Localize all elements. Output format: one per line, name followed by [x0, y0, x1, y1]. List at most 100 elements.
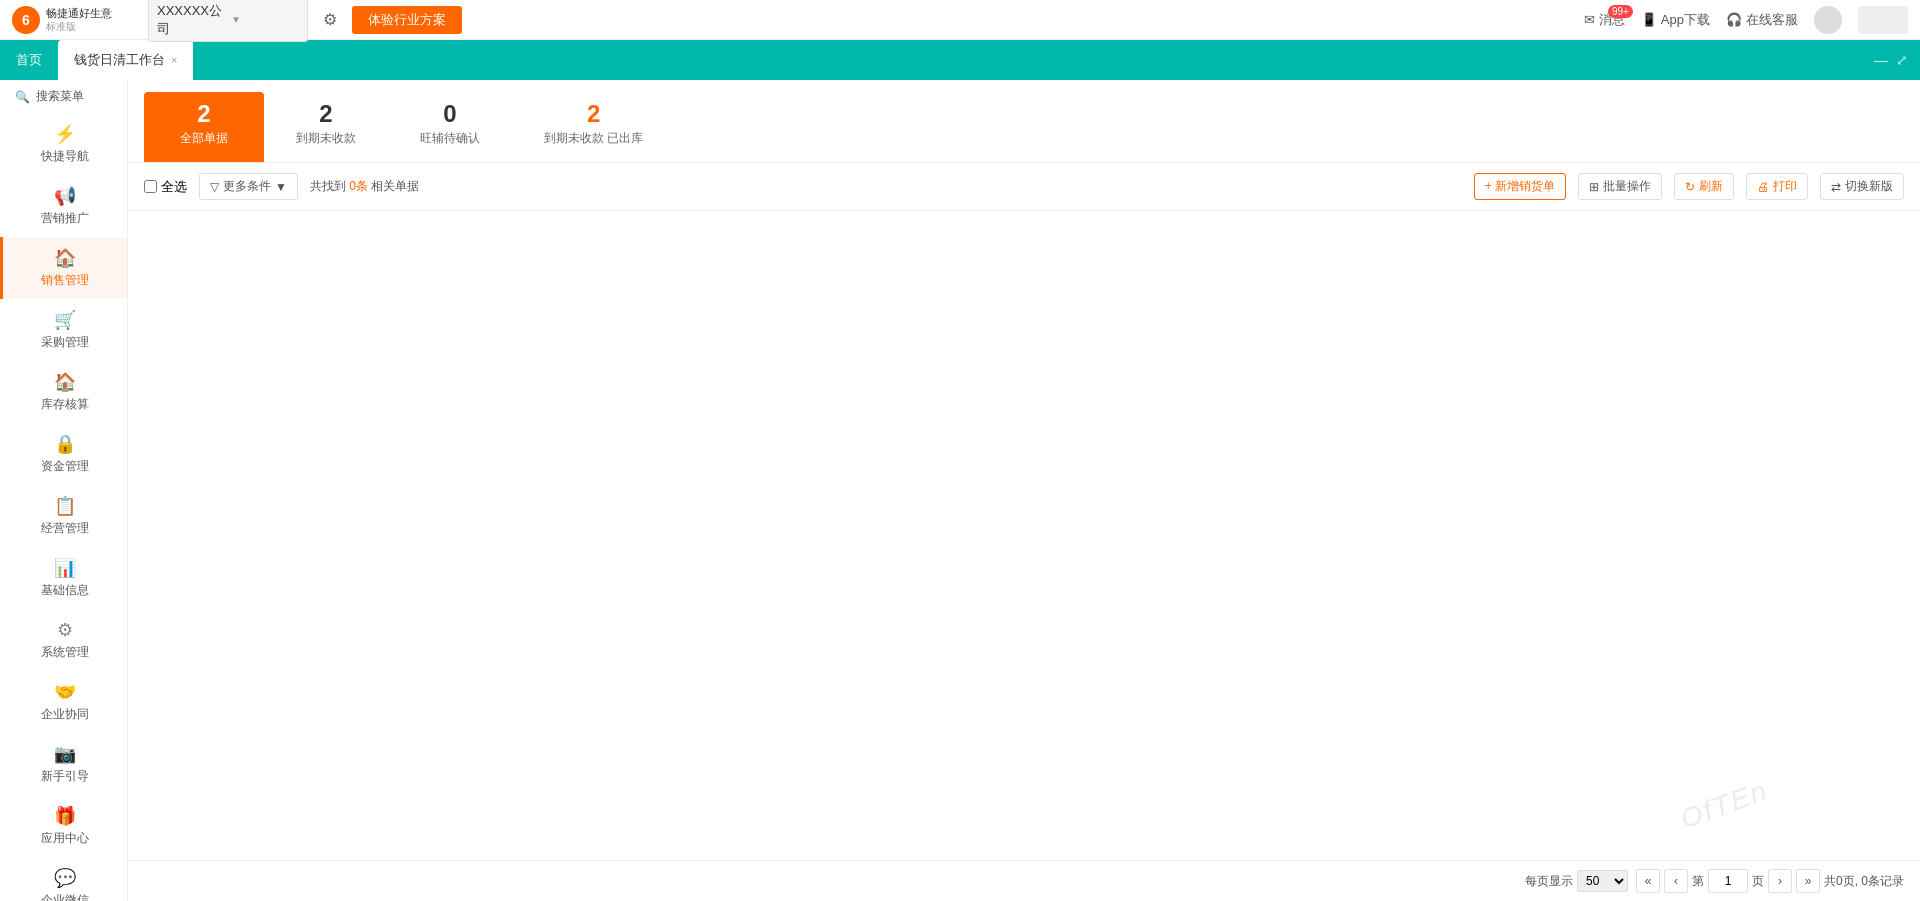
online-service-button[interactable]: 🎧 在线客服 [1726, 11, 1798, 29]
tab-active-label: 钱货日清工作台 [74, 51, 165, 69]
tab-minimize-icon[interactable]: — [1874, 52, 1888, 68]
sidebar-label-base-info: 基础信息 [41, 582, 89, 599]
stat-tab-overdue[interactable]: 2 到期未收款 [264, 92, 388, 162]
marketing-icon: 📢 [54, 185, 76, 207]
found-suffix: 相关单据 [371, 179, 419, 193]
stat-tab-all[interactable]: 2 全部单据 [144, 92, 264, 162]
sidebar-item-purchase[interactable]: 🛒 采购管理 [0, 299, 127, 361]
app-download-icon: 📱 [1641, 12, 1657, 27]
app-center-icon: 🎁 [54, 805, 76, 827]
tab-close-icon[interactable]: × [171, 54, 177, 66]
sidebar-label-sales: 销售管理 [41, 272, 89, 289]
app-download-label: App下载 [1661, 11, 1710, 29]
next-page-button[interactable]: › [1768, 869, 1792, 893]
sidebar-item-marketing[interactable]: 📢 营销推广 [0, 175, 127, 237]
filter-icon: ▽ [210, 180, 219, 194]
add-sales-order-button[interactable]: + 新增销货单 [1474, 173, 1566, 200]
stat-label-pending: 旺辅待确认 [420, 130, 480, 147]
sidebar-label-inventory: 库存核算 [41, 396, 89, 413]
sidebar-item-inventory[interactable]: 🏠 库存核算 [0, 361, 127, 423]
refresh-button[interactable]: ↻ 刷新 [1674, 173, 1734, 200]
logo-sub: 标准版 [46, 20, 112, 33]
message-button[interactable]: ✉ 消息 99+ [1584, 11, 1625, 29]
toolbar-right: + 新增销货单 ⊞ 批量操作 ↻ 刷新 🖨 打印 ⇄ 切换新版 [1474, 173, 1904, 200]
found-prefix: 共找到 [310, 179, 346, 193]
batch-operation-button[interactable]: ⊞ 批量操作 [1578, 173, 1662, 200]
sidebar-search[interactable]: 🔍 搜索菜单 [0, 80, 127, 113]
page-size-selector: 每页显示 50 10 20 100 [1525, 870, 1628, 892]
per-page-label: 每页显示 [1525, 873, 1573, 890]
stat-label-shipped: 到期未收款 已出库 [544, 130, 643, 147]
search-icon: 🔍 [15, 90, 30, 104]
sidebar-search-label: 搜索菜单 [36, 88, 84, 105]
page-size-select[interactable]: 50 10 20 100 [1577, 870, 1628, 892]
tabbar-actions: — ⤢ [1874, 52, 1920, 68]
tabbar: 首页 钱货日清工作台 × — ⤢ [0, 40, 1920, 80]
prev-page-button[interactable]: ‹ [1664, 869, 1688, 893]
sidebar-label-marketing: 营销推广 [41, 210, 89, 227]
page-di-label: 第 [1692, 873, 1704, 890]
sidebar-item-wechat[interactable]: 💬 企业微信 [0, 857, 127, 901]
topbar: 6 畅捷通好生意 标准版 XXXXXX公司 ▼ ⚙ 体验行业方案 ✉ 消息 99… [0, 0, 1920, 40]
sidebar-item-app-center[interactable]: 🎁 应用中心 [0, 795, 127, 857]
stat-count-overdue: 2 [319, 100, 332, 128]
topbar-right: ✉ 消息 99+ 📱 App下载 🎧 在线客服 [1584, 6, 1908, 34]
trial-button[interactable]: 体验行业方案 [352, 6, 462, 34]
sidebar-item-base-info[interactable]: 📊 基础信息 [0, 547, 127, 609]
sidebar-item-guide[interactable]: 📷 新手引导 [0, 733, 127, 795]
stat-tab-shipped[interactable]: 2 到期未收款 已出库 [512, 92, 675, 162]
wechat-icon: 💬 [54, 867, 76, 889]
filter-button[interactable]: ▽ 更多条件 ▼ [199, 173, 298, 200]
sidebar-label-wechat: 企业微信 [41, 892, 89, 901]
settings-button[interactable]: ⚙ [316, 6, 344, 34]
quick-nav-icon: ⚡ [54, 123, 76, 145]
logo-title: 畅捷通好生意 [46, 6, 112, 20]
company-selector[interactable]: XXXXXX公司 ▼ [148, 0, 308, 42]
select-all-input[interactable] [144, 180, 157, 193]
print-button[interactable]: 🖨 打印 [1746, 173, 1808, 200]
main-content: 2 全部单据 2 到期未收款 0 旺辅待确认 2 到期未收款 已出库 [128, 80, 1920, 901]
sidebar-item-cooperation[interactable]: 🤝 企业协同 [0, 671, 127, 733]
stat-count-shipped: 2 [587, 100, 600, 128]
switch-version-button[interactable]: ⇄ 切换新版 [1820, 173, 1904, 200]
app-download-button[interactable]: 📱 App下载 [1641, 11, 1710, 29]
first-page-button[interactable]: « [1636, 869, 1660, 893]
sidebar-item-quick-nav[interactable]: ⚡ 快捷导航 [0, 113, 127, 175]
tab-home[interactable]: 首页 [0, 40, 58, 80]
stat-label-overdue: 到期未收款 [296, 130, 356, 147]
select-all-label: 全选 [161, 178, 187, 196]
guide-icon: 📷 [54, 743, 76, 765]
stat-tab-pending[interactable]: 0 旺辅待确认 [388, 92, 512, 162]
company-name: XXXXXX公司 [157, 2, 225, 38]
stat-count-all: 2 [197, 100, 210, 128]
tab-home-label: 首页 [16, 51, 42, 69]
sidebar-label-guide: 新手引导 [41, 768, 89, 785]
tab-active[interactable]: 钱货日清工作台 × [58, 40, 193, 80]
user-name[interactable] [1858, 6, 1908, 34]
select-all-checkbox[interactable]: 全选 [144, 178, 187, 196]
finance-icon: 🔒 [54, 433, 76, 455]
sidebar-label-app-center: 应用中心 [41, 830, 89, 847]
avatar[interactable] [1814, 6, 1842, 34]
sidebar-item-operations[interactable]: 📋 经营管理 [0, 485, 127, 547]
batch-label: 批量操作 [1603, 178, 1651, 195]
cooperation-icon: 🤝 [54, 681, 76, 703]
base-info-icon: 📊 [54, 557, 76, 579]
pagination: 每页显示 50 10 20 100 « ‹ 第 页 › » 共0页, 0条记录 [128, 860, 1920, 901]
tab-maximize-icon[interactable]: ⤢ [1896, 52, 1908, 68]
logo: 6 畅捷通好生意 标准版 [12, 6, 140, 34]
sidebar-item-system[interactable]: ⚙ 系统管理 [0, 609, 127, 671]
data-table-area [128, 211, 1920, 860]
last-page-button[interactable]: » [1796, 869, 1820, 893]
purchase-icon: 🛒 [54, 309, 76, 331]
page-input[interactable] [1708, 869, 1748, 893]
sidebar-item-finance[interactable]: 🔒 资金管理 [0, 423, 127, 485]
toolbar: 全选 ▽ 更多条件 ▼ 共找到 0条 相关单据 + 新增销货单 ⊞ 批量操作 [128, 163, 1920, 211]
switch-label: 切换新版 [1845, 178, 1893, 195]
sidebar-label-finance: 资金管理 [41, 458, 89, 475]
sidebar-label-purchase: 采购管理 [41, 334, 89, 351]
sales-icon: 🏠 [54, 247, 76, 269]
sidebar-item-sales[interactable]: 🏠 销售管理 [0, 237, 127, 299]
batch-icon: ⊞ [1589, 180, 1599, 194]
sidebar-label-operations: 经营管理 [41, 520, 89, 537]
